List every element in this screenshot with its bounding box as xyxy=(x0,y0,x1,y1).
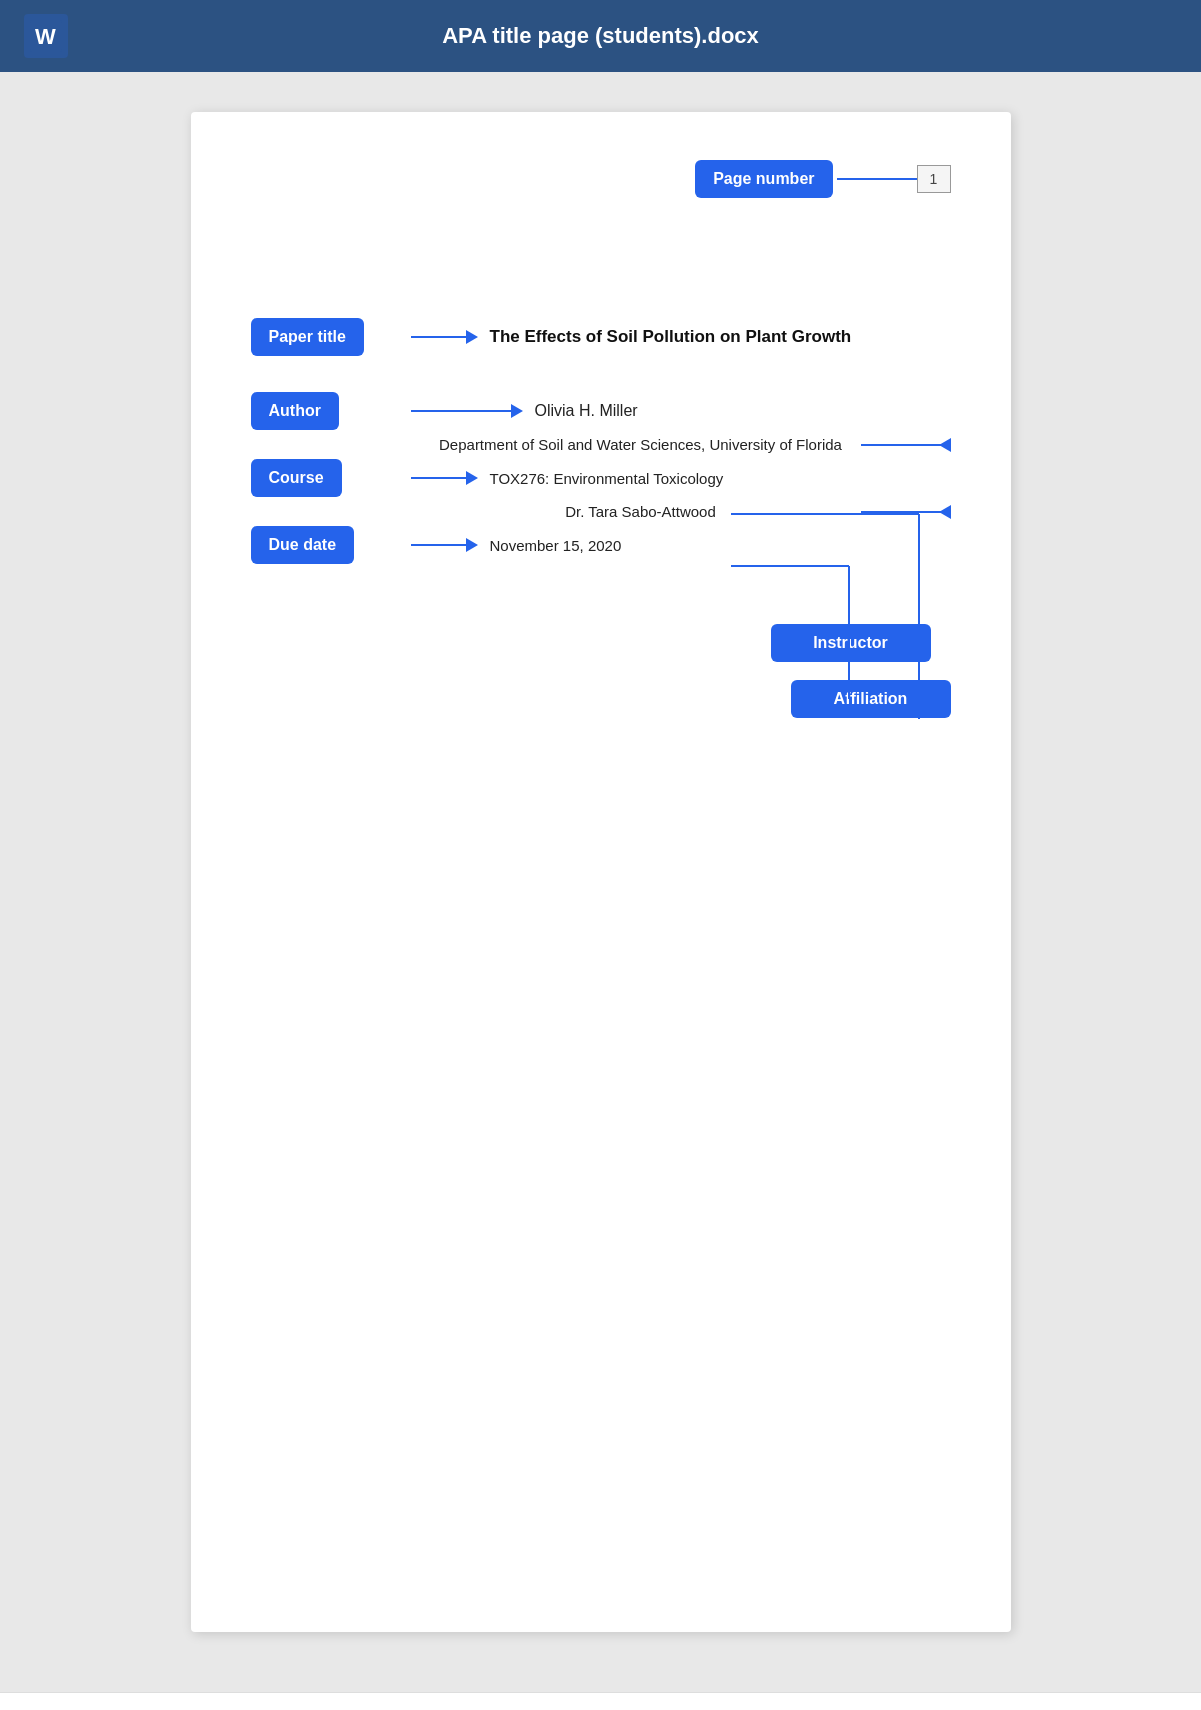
author-arrow xyxy=(411,404,523,418)
paper-title-text: The Effects of Soil Pollution on Plant G… xyxy=(490,327,852,347)
due-date-badge: Due date xyxy=(251,526,355,564)
top-bar: W APA title page (students).docx xyxy=(0,0,1201,72)
footer: Scribbr xyxy=(0,1692,1201,1710)
author-name: Olivia H. Miller xyxy=(535,402,638,420)
doc-content: Paper title The Effects of Soil Pollutio… xyxy=(251,318,951,718)
affiliation-arrow-right xyxy=(861,438,951,452)
due-date-value: November 15, 2020 xyxy=(490,537,622,554)
main-area: Page number 1 Paper title The Effects of… xyxy=(0,72,1201,1692)
affiliation-dept-row: Department of Soil and Water Sciences, U… xyxy=(251,436,951,453)
course-badge: Course xyxy=(251,459,342,497)
document-title: APA title page (students).docx xyxy=(84,23,1117,49)
page-number-area: Page number 1 xyxy=(251,160,951,198)
author-badge: Author xyxy=(251,392,339,430)
course-arrow xyxy=(411,471,478,485)
page-number-value: 1 xyxy=(917,165,951,193)
author-row: Author Olivia H. Miller xyxy=(251,392,951,430)
paper-title-row: Paper title The Effects of Soil Pollutio… xyxy=(251,318,951,356)
svg-text:W: W xyxy=(35,24,56,49)
page-number-badge: Page number xyxy=(695,160,832,198)
paper-title-badge: Paper title xyxy=(251,318,364,356)
badges-lower: Instructor Affiliation xyxy=(251,624,951,718)
document-page: Page number 1 Paper title The Effects of… xyxy=(191,112,1011,1632)
word-icon: W xyxy=(24,14,68,58)
connector-svg xyxy=(631,484,951,744)
paper-title-arrow xyxy=(411,330,478,344)
due-date-arrow xyxy=(411,538,478,552)
